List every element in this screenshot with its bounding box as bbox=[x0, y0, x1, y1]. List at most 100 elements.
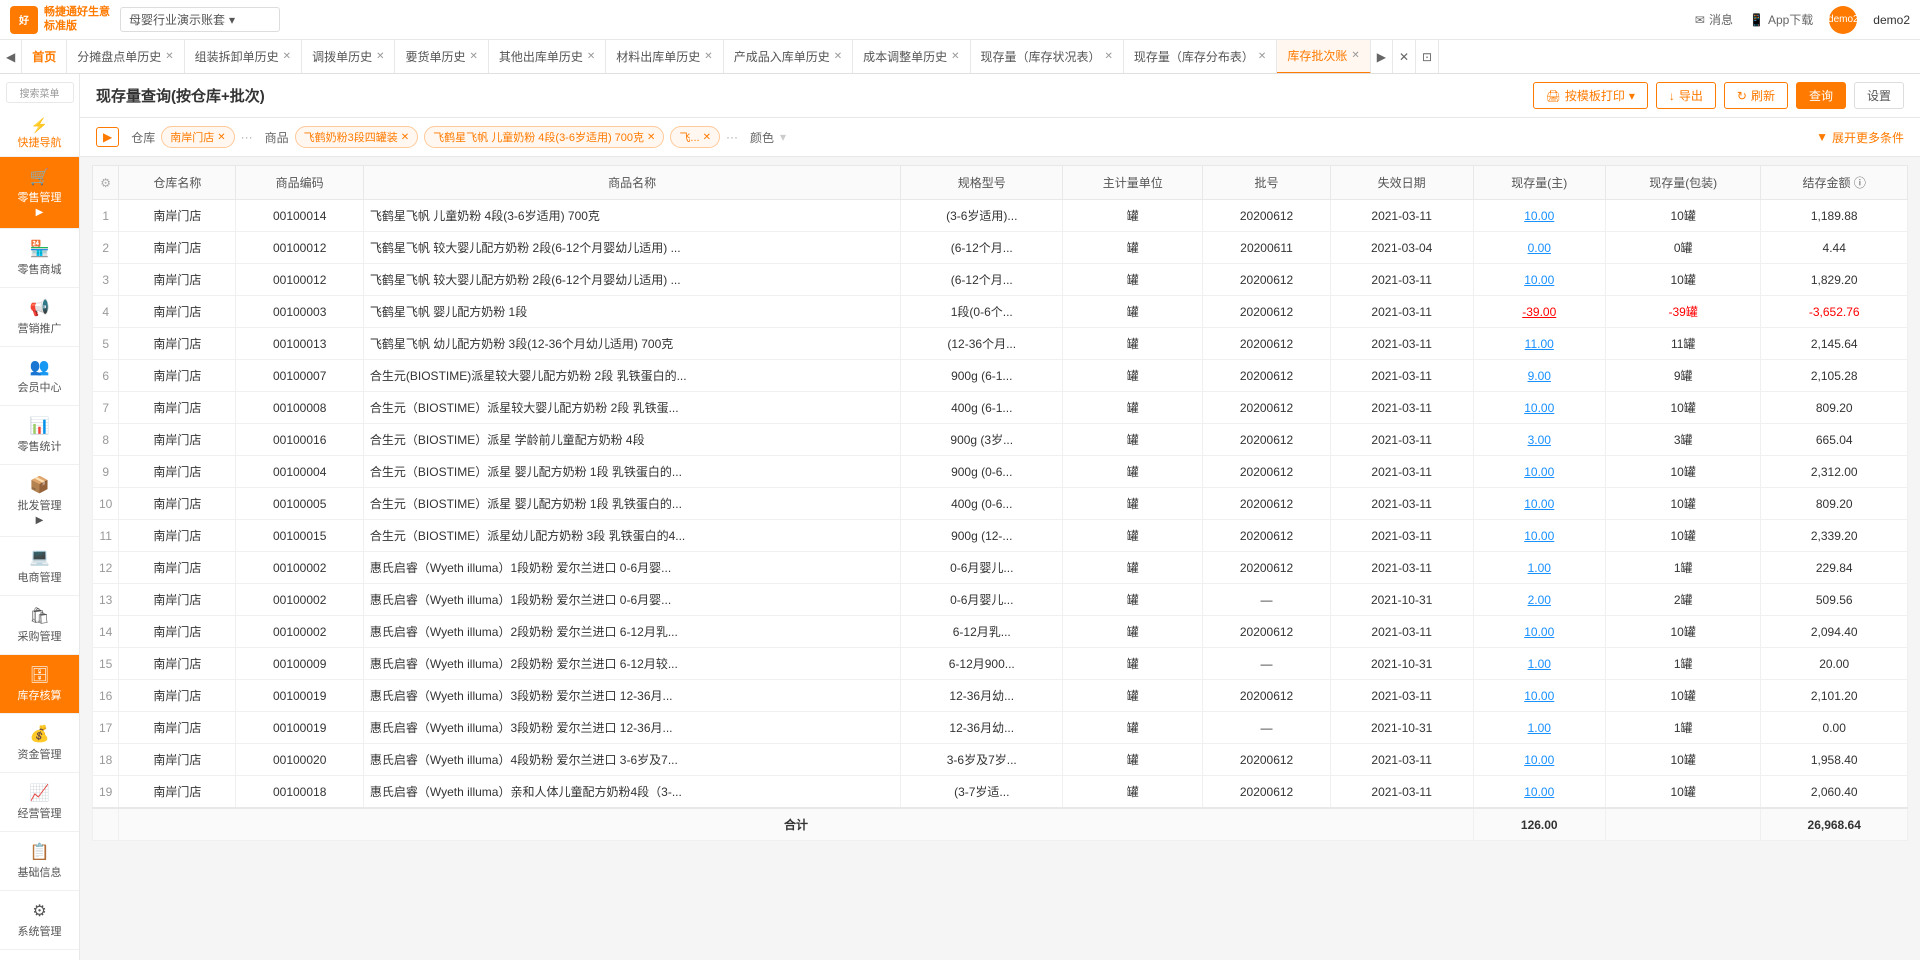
tab-close-3[interactable]: ✕ bbox=[376, 51, 384, 62]
sidebar-quick-nav[interactable]: ⚡ 快捷导航 bbox=[0, 111, 79, 156]
row-code: 00100005 bbox=[236, 488, 363, 520]
row-qty-main[interactable]: 10.00 bbox=[1473, 200, 1605, 232]
product-tag-3[interactable]: 飞... ✕ bbox=[670, 126, 720, 148]
operations-icon: 📈 bbox=[30, 783, 50, 803]
tab-close-1[interactable]: ✕ bbox=[165, 51, 173, 62]
export-button[interactable]: ↓ 导出 bbox=[1656, 82, 1716, 109]
tab-3[interactable]: 调拨单历史 ✕ bbox=[302, 40, 395, 74]
tab-11-active[interactable]: 库存批次账 ✕ bbox=[1277, 40, 1370, 74]
tab-close-6[interactable]: ✕ bbox=[704, 51, 712, 62]
sidebar-item-member[interactable]: 👥 会员中心 bbox=[0, 346, 79, 405]
tab-close-5[interactable]: ✕ bbox=[587, 51, 595, 62]
sidebar-item-system[interactable]: ⚙ 系统管理 bbox=[0, 890, 79, 949]
row-qty-main[interactable]: 3.00 bbox=[1473, 424, 1605, 456]
row-name: 惠氏启睿（Wyeth illuma）1段奶粉 爱尔兰进口 0-6月婴... bbox=[363, 552, 900, 584]
sidebar-search-area[interactable]: 搜索菜单 bbox=[0, 74, 79, 111]
refresh-button[interactable]: ↻ 刷新 bbox=[1724, 82, 1788, 109]
row-qty-pkg: 10罐 bbox=[1605, 200, 1760, 232]
row-qty-main[interactable]: -39.00 bbox=[1473, 296, 1605, 328]
row-qty-main[interactable]: 10.00 bbox=[1473, 392, 1605, 424]
tab-home[interactable]: 首页 bbox=[22, 40, 67, 74]
sidebar-item-retail-mgmt[interactable]: 🛒 零售管理 ▶ bbox=[0, 156, 79, 228]
settings-button[interactable]: 设置 bbox=[1854, 82, 1904, 109]
tab-1[interactable]: 分摊盘点单历史 ✕ bbox=[67, 40, 184, 74]
wholesale-icon: 📦 bbox=[30, 475, 50, 495]
row-qty-main[interactable]: 1.00 bbox=[1473, 712, 1605, 744]
tab-close-4[interactable]: ✕ bbox=[469, 51, 477, 62]
warehouse-tag[interactable]: 南岸门店 ✕ bbox=[161, 126, 234, 148]
sidebar-item-ecommerce[interactable]: 💻 电商管理 bbox=[0, 536, 79, 595]
row-amount: 0.00 bbox=[1761, 712, 1908, 744]
row-qty-main[interactable]: 10.00 bbox=[1473, 744, 1605, 776]
message-button[interactable]: ✉ 消息 bbox=[1695, 11, 1733, 28]
product-tag3-close[interactable]: ✕ bbox=[703, 132, 711, 143]
finance-icon: 💰 bbox=[30, 724, 50, 744]
ecommerce-icon: 💻 bbox=[30, 547, 50, 567]
row-expire: 2021-10-31 bbox=[1330, 712, 1473, 744]
row-batch: 20200611 bbox=[1203, 232, 1330, 264]
sidebar-item-inventory[interactable]: 🗄 库存核算 bbox=[0, 654, 79, 713]
tab-5[interactable]: 其他出库单历史 ✕ bbox=[489, 40, 606, 74]
sidebar-item-enterprise[interactable]: 🤝 企业协同 bbox=[0, 949, 79, 960]
row-qty-main[interactable]: 10.00 bbox=[1473, 680, 1605, 712]
sidebar-item-retail-stats[interactable]: 📊 零售统计 bbox=[0, 405, 79, 464]
tab-6[interactable]: 材料出库单历史 ✕ bbox=[606, 40, 723, 74]
company-select[interactable]: 母婴行业演示账套 ▾ bbox=[120, 7, 280, 32]
app-download-button[interactable]: 📱 App下载 bbox=[1749, 11, 1813, 28]
tab-close-all-button[interactable]: ✕ bbox=[1393, 40, 1416, 74]
row-qty-main[interactable]: 10.00 bbox=[1473, 456, 1605, 488]
row-qty-main[interactable]: 10.00 bbox=[1473, 264, 1605, 296]
tab-7[interactable]: 产成品入库单历史 ✕ bbox=[724, 40, 853, 74]
tab-close-2[interactable]: ✕ bbox=[283, 51, 291, 62]
row-qty-main[interactable]: 0.00 bbox=[1473, 232, 1605, 264]
row-qty-main[interactable]: 9.00 bbox=[1473, 360, 1605, 392]
row-qty-main[interactable]: 10.00 bbox=[1473, 488, 1605, 520]
row-qty-main[interactable]: 11.00 bbox=[1473, 328, 1605, 360]
tab-close-11[interactable]: ✕ bbox=[1351, 50, 1359, 61]
tab-expand-button[interactable]: ⊡ bbox=[1416, 40, 1439, 74]
row-qty-main[interactable]: 2.00 bbox=[1473, 584, 1605, 616]
col-settings-header[interactable]: ⚙ bbox=[93, 166, 119, 200]
tab-9[interactable]: 现存量（库存状况表） ✕ bbox=[971, 40, 1124, 74]
product-tag-2[interactable]: 飞鹤星飞帆 儿童奶粉 4段(3-6岁适用) 700克 ✕ bbox=[424, 126, 664, 148]
row-qty-pkg: 10罐 bbox=[1605, 616, 1760, 648]
row-qty-main[interactable]: 1.00 bbox=[1473, 552, 1605, 584]
row-batch: 20200612 bbox=[1203, 200, 1330, 232]
tab-2[interactable]: 组装拆卸单历史 ✕ bbox=[185, 40, 302, 74]
print-button[interactable]: 🖨 按模板打印 ▾ bbox=[1533, 82, 1648, 109]
page-actions: 🖨 按模板打印 ▾ ↓ 导出 ↻ 刷新 查询 设置 bbox=[1533, 82, 1904, 109]
product-tag1-close[interactable]: ✕ bbox=[401, 132, 409, 143]
sidebar-item-operations[interactable]: 📈 经营管理 bbox=[0, 772, 79, 831]
tab-10[interactable]: 现存量（库存分布表） ✕ bbox=[1124, 40, 1277, 74]
expand-filter-button[interactable]: ▶ bbox=[96, 127, 119, 147]
tab-close-10[interactable]: ✕ bbox=[1258, 51, 1266, 62]
tab-close-8[interactable]: ✕ bbox=[951, 51, 959, 62]
sidebar-item-marketing[interactable]: 📢 营销推广 bbox=[0, 287, 79, 346]
warehouse-tag-close[interactable]: ✕ bbox=[217, 132, 225, 143]
product-tag-1[interactable]: 飞鹤奶粉3段四罐装 ✕ bbox=[295, 126, 419, 148]
sidebar-item-basic-info[interactable]: 📋 基础信息 bbox=[0, 831, 79, 890]
row-qty-main[interactable]: 10.00 bbox=[1473, 520, 1605, 552]
tab-8[interactable]: 成本调整单历史 ✕ bbox=[853, 40, 970, 74]
tab-close-7[interactable]: ✕ bbox=[834, 51, 842, 62]
tab-4[interactable]: 要货单历史 ✕ bbox=[395, 40, 488, 74]
tab-prev-button[interactable]: ◀ bbox=[0, 40, 22, 74]
sidebar-search-input[interactable]: 搜索菜单 bbox=[6, 82, 74, 103]
row-batch: 20200612 bbox=[1203, 264, 1330, 296]
row-spec: (6-12个月... bbox=[901, 232, 1063, 264]
row-name: 惠氏启睿（Wyeth illuma）2段奶粉 爱尔兰进口 6-12月乳... bbox=[363, 616, 900, 648]
product-tag2-close[interactable]: ✕ bbox=[647, 132, 655, 143]
row-qty-main[interactable]: 1.00 bbox=[1473, 648, 1605, 680]
sidebar-item-wholesale[interactable]: 📦 批发管理 ▶ bbox=[0, 464, 79, 536]
tab-next-button[interactable]: ▶ bbox=[1371, 40, 1393, 74]
expand-more-filter[interactable]: ▼ 展开更多条件 bbox=[1816, 129, 1904, 146]
avatar[interactable]: demo2 bbox=[1829, 6, 1857, 34]
sidebar-item-finance[interactable]: 💰 资金管理 bbox=[0, 713, 79, 772]
tab-close-9[interactable]: ✕ bbox=[1105, 51, 1113, 62]
row-qty-main[interactable]: 10.00 bbox=[1473, 616, 1605, 648]
row-expire: 2021-03-04 bbox=[1330, 232, 1473, 264]
sidebar-item-purchase[interactable]: 🛍 采购管理 bbox=[0, 595, 79, 654]
sidebar-item-retail-mall[interactable]: 🏪 零售商城 bbox=[0, 228, 79, 287]
row-qty-main[interactable]: 10.00 bbox=[1473, 776, 1605, 809]
query-button[interactable]: 查询 bbox=[1796, 82, 1846, 109]
